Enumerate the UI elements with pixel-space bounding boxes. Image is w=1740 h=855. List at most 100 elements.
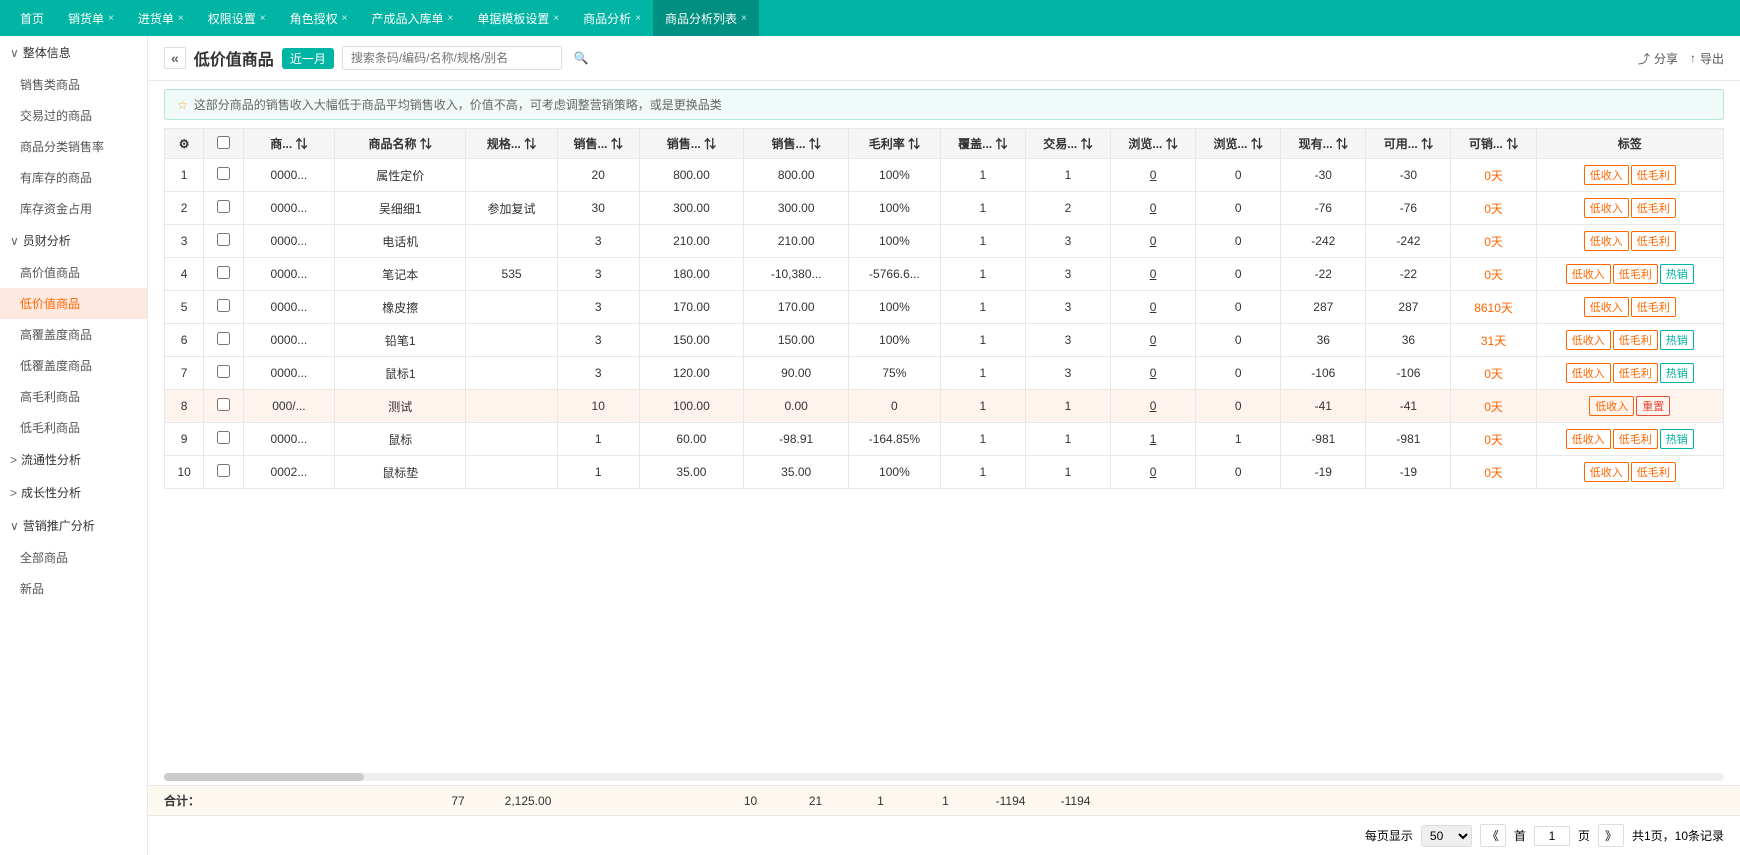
row-checkbox-cell[interactable] <box>204 423 243 456</box>
next-page-button[interactable]: 》 <box>1598 824 1624 847</box>
row-checkbox[interactable] <box>217 398 230 411</box>
sidebar-group-marketing[interactable]: ∨ 营销推广分析 <box>0 509 147 542</box>
cover-col-header[interactable]: 覆盖... ⇅ <box>940 129 1025 159</box>
row-view1[interactable]: 0 <box>1110 324 1195 357</box>
sidebar-group-flow[interactable]: > 流通性分析 <box>0 443 147 476</box>
sidebar-group-growth[interactable]: > 成长性分析 <box>0 476 147 509</box>
row-checkbox-cell[interactable] <box>204 324 243 357</box>
sidebar-item-low-coverage[interactable]: 低覆盖度商品 <box>0 350 147 381</box>
sidebar-item-low-margin[interactable]: 低毛利商品 <box>0 412 147 443</box>
row-checkbox-cell[interactable] <box>204 357 243 390</box>
sidebar-item-sales-goods[interactable]: 销售类商品 <box>0 69 147 100</box>
sidebar-item-traded-goods[interactable]: 交易过的商品 <box>0 100 147 131</box>
sidebar-item-all-goods[interactable]: 全部商品 <box>0 542 147 573</box>
qty-col-header[interactable]: 销售... ⇅ <box>557 129 639 159</box>
close-icon[interactable]: × <box>741 13 747 24</box>
row-checkbox[interactable] <box>217 332 230 345</box>
view1-link[interactable]: 0 <box>1150 333 1157 347</box>
code-col-header[interactable]: 商... ⇅ <box>243 129 335 159</box>
close-icon[interactable]: × <box>447 13 453 24</box>
share-button[interactable]: ⤴ 分享 <box>1638 50 1678 67</box>
period-button[interactable]: 近一月 <box>282 48 334 69</box>
row-checkbox[interactable] <box>217 200 230 213</box>
nav-item-role[interactable]: 角色授权 × <box>278 0 360 36</box>
available-col-header[interactable]: 可用... ⇅ <box>1366 129 1451 159</box>
page-size-select[interactable]: 50 20 100 <box>1421 825 1472 847</box>
search-icon[interactable]: 🔍 <box>574 51 589 65</box>
sidebar-group-finance[interactable]: ∨ 员财分析 <box>0 224 147 257</box>
view1-link[interactable]: 0 <box>1150 267 1157 281</box>
name-col-header[interactable]: 商品名称 ⇅ <box>335 129 466 159</box>
nav-item-goods-list[interactable]: 商品分析列表 × <box>653 0 759 36</box>
nav-item-home[interactable]: 首页 <box>8 0 56 36</box>
sales2-col-header[interactable]: 销售... ⇅ <box>744 129 849 159</box>
row-checkbox-cell[interactable] <box>204 192 243 225</box>
collapse-sidebar-button[interactable]: « <box>164 47 186 69</box>
close-icon[interactable]: × <box>635 13 641 24</box>
row-view1[interactable]: 0 <box>1110 159 1195 192</box>
row-view1[interactable]: 0 <box>1110 192 1195 225</box>
row-view1[interactable]: 0 <box>1110 357 1195 390</box>
row-view1[interactable]: 0 <box>1110 291 1195 324</box>
row-checkbox-cell[interactable] <box>204 159 243 192</box>
row-view1[interactable]: 0 <box>1110 456 1195 489</box>
sidebar-item-low-value[interactable]: 低价值商品 <box>0 288 147 319</box>
view1-link[interactable]: 0 <box>1150 300 1157 314</box>
row-checkbox-cell[interactable] <box>204 225 243 258</box>
row-checkbox[interactable] <box>217 233 230 246</box>
view1-link[interactable]: 0 <box>1150 201 1157 215</box>
nav-item-sales[interactable]: 销货单 × <box>56 0 126 36</box>
close-icon[interactable]: × <box>108 13 114 24</box>
search-input[interactable] <box>342 46 562 70</box>
row-checkbox[interactable] <box>217 167 230 180</box>
close-icon[interactable]: × <box>553 13 559 24</box>
view1-link[interactable]: 0 <box>1150 234 1157 248</box>
sidebar-item-high-coverage[interactable]: 高覆盖度商品 <box>0 319 147 350</box>
sidebar-item-new-goods[interactable]: 新品 <box>0 573 147 604</box>
page-number-input[interactable] <box>1534 826 1570 846</box>
row-checkbox[interactable] <box>217 266 230 279</box>
sidebar-item-high-margin[interactable]: 高毛利商品 <box>0 381 147 412</box>
close-icon[interactable]: × <box>342 13 348 24</box>
close-icon[interactable]: × <box>260 13 266 24</box>
row-view1[interactable]: 0 <box>1110 258 1195 291</box>
row-checkbox-cell[interactable] <box>204 456 243 489</box>
nav-item-permission[interactable]: 权限设置 × <box>196 0 278 36</box>
sales-col-header[interactable]: 销售... ⇅ <box>639 129 744 159</box>
settings-col-header[interactable]: ⚙ <box>165 129 204 159</box>
sidebar-item-stock-goods[interactable]: 有库存的商品 <box>0 162 147 193</box>
view1-link[interactable]: 0 <box>1150 465 1157 479</box>
close-icon[interactable]: × <box>178 13 184 24</box>
nav-item-template[interactable]: 单据模板设置 × <box>465 0 571 36</box>
sidebar-item-category-sales-rate[interactable]: 商品分类销售率 <box>0 131 147 162</box>
horizontal-scrollbar[interactable] <box>164 773 1724 781</box>
sidebar-item-high-value[interactable]: 高价值商品 <box>0 257 147 288</box>
row-view1[interactable]: 0 <box>1110 390 1195 423</box>
view1-link[interactable]: 0 <box>1150 366 1157 380</box>
view2-col-header[interactable]: 浏览... ⇅ <box>1196 129 1281 159</box>
row-view1[interactable]: 0 <box>1110 225 1195 258</box>
current-col-header[interactable]: 现有... ⇅ <box>1281 129 1366 159</box>
row-checkbox[interactable] <box>217 299 230 312</box>
sidebar-group-overall[interactable]: ∨ 整体信息 <box>0 36 147 69</box>
margin-col-header[interactable]: 毛利率 ⇅ <box>849 129 941 159</box>
row-checkbox[interactable] <box>217 365 230 378</box>
sidebar-item-stock-capital[interactable]: 库存资金占用 <box>0 193 147 224</box>
nav-item-purchase[interactable]: 进货单 × <box>126 0 196 36</box>
trade-col-header[interactable]: 交易... ⇅ <box>1025 129 1110 159</box>
view1-link[interactable]: 1 <box>1150 432 1157 446</box>
row-checkbox[interactable] <box>217 431 230 444</box>
nav-item-product-stock[interactable]: 产成品入库单 × <box>359 0 465 36</box>
row-checkbox-cell[interactable] <box>204 390 243 423</box>
spec-col-header[interactable]: 规格... ⇅ <box>466 129 558 159</box>
checkbox-col-header[interactable] <box>204 129 243 159</box>
row-checkbox-cell[interactable] <box>204 291 243 324</box>
view1-col-header[interactable]: 浏览... ⇅ <box>1110 129 1195 159</box>
nav-item-goods-analysis[interactable]: 商品分析 × <box>571 0 653 36</box>
row-checkbox-cell[interactable] <box>204 258 243 291</box>
prev-page-button[interactable]: 《 <box>1480 824 1506 847</box>
view1-link[interactable]: 0 <box>1150 399 1157 413</box>
export-button[interactable]: ↑ 导出 <box>1690 50 1724 67</box>
row-view1[interactable]: 1 <box>1110 423 1195 456</box>
sellable-col-header[interactable]: 可销... ⇅ <box>1451 129 1536 159</box>
